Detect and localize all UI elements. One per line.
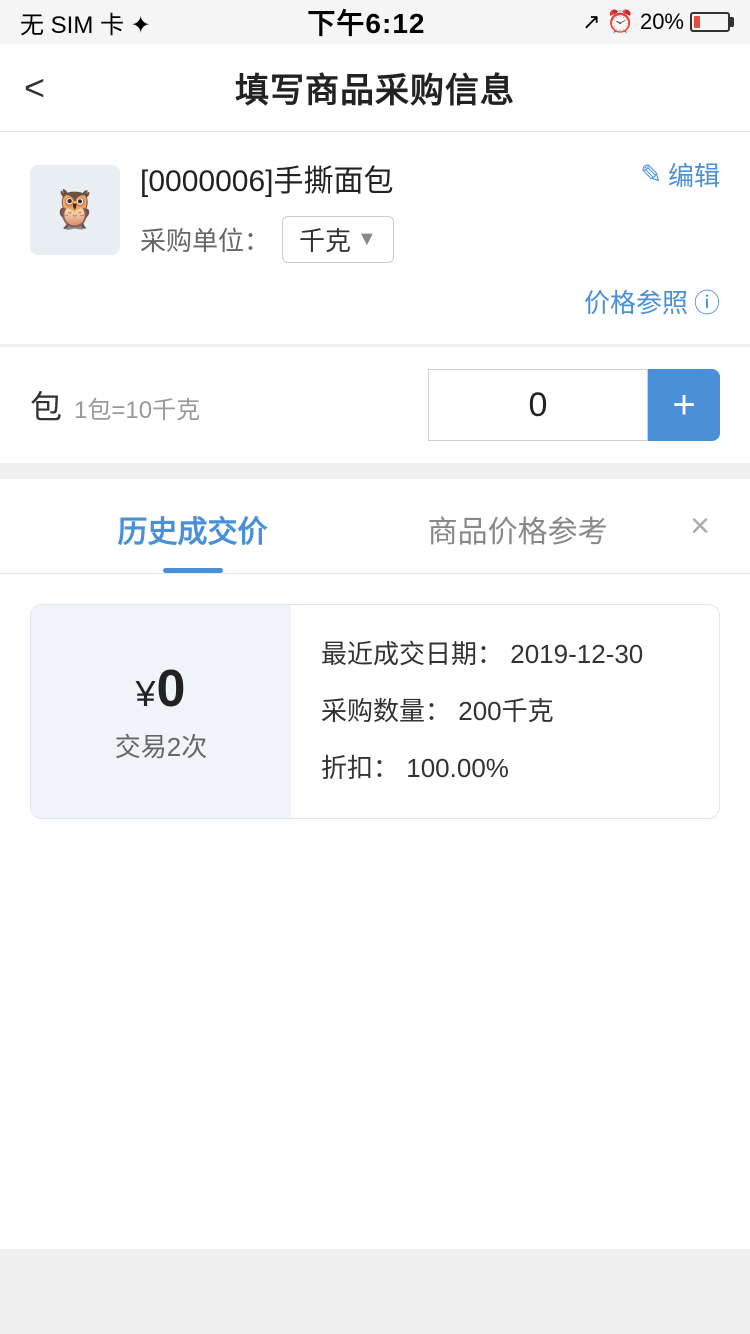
alarm-icon: ⏰: [607, 9, 634, 35]
page-title: 填写商品采购信息: [235, 63, 515, 112]
purchase-quantity-label: 采购数量：: [321, 696, 451, 726]
battery-fill: [694, 16, 700, 28]
status-time: 下午6:12: [307, 2, 425, 42]
unit-row: 采购单位： 千克 ▼: [140, 216, 394, 263]
history-price-display: ¥0: [136, 659, 187, 719]
discount-row: 折扣： 100.00%: [321, 749, 689, 788]
recent-date-row: 最近成交日期： 2019-12-30: [321, 635, 689, 674]
quantity-input[interactable]: [428, 369, 648, 441]
quantity-plus-button[interactable]: +: [648, 369, 720, 441]
history-card: ¥0 交易2次 最近成交日期： 2019-12-30 采购数量： 200千克 折…: [30, 604, 720, 819]
discount-label: 折扣：: [321, 753, 399, 783]
history-trades-count: 交易2次: [115, 727, 207, 764]
nav-bar: < 填写商品采购信息: [0, 44, 750, 132]
tab-history-price-label: 历史成交价: [118, 516, 268, 549]
recent-date-label: 最近成交日期：: [321, 639, 503, 669]
history-price-panel: ¥0 交易2次: [31, 605, 291, 818]
quantity-unit-label: 包: [30, 382, 62, 428]
back-arrow-icon: <: [24, 67, 45, 108]
quantity-conversion-label: 1包=10千克: [74, 390, 200, 425]
close-icon: ×: [690, 507, 710, 545]
product-logo-icon: 🦉: [51, 188, 98, 232]
bottom-content: [0, 849, 750, 1249]
edit-button[interactable]: ✎ 编辑: [640, 156, 720, 193]
purchase-quantity-row: 采购数量： 200千克: [321, 692, 689, 731]
back-button[interactable]: <: [24, 67, 45, 109]
tab-product-price-ref-label: 商品价格参考: [428, 516, 608, 549]
tab-product-price-ref[interactable]: 商品价格参考: [355, 479, 680, 573]
quantity-section: 包 1包=10千克 +: [0, 346, 750, 463]
product-name: [0000006]手撕面包: [140, 156, 394, 200]
unit-value: 千克: [299, 221, 351, 258]
product-card: 🦉 [0000006]手撕面包 采购单位： 千克 ▼ ✎ 编辑 价格参照 ⓘ: [0, 132, 750, 344]
status-right: ↗ ⏰ 20%: [582, 9, 730, 35]
help-icon: ⓘ: [694, 283, 720, 320]
plus-icon: +: [672, 383, 695, 428]
status-bar: 无 SIM 卡 ✦ 下午6:12 ↗ ⏰ 20%: [0, 0, 750, 44]
edit-label: 编辑: [668, 156, 720, 193]
sim-indicator: 无 SIM 卡 ✦: [20, 5, 151, 40]
product-thumbnail: 🦉: [30, 165, 120, 255]
section-divider: [0, 463, 750, 479]
purchase-quantity-value: 200千克: [458, 696, 553, 726]
dropdown-arrow-icon: ▼: [357, 228, 377, 251]
tab-content: ¥0 交易2次 最近成交日期： 2019-12-30 采购数量： 200千克 折…: [0, 574, 750, 849]
tab-close-button[interactable]: ×: [680, 497, 720, 556]
tabs-panel: 历史成交价 商品价格参考 × ¥0 交易2次 最近成交日期： 2019-12-3…: [0, 479, 750, 849]
edit-icon: ✎: [640, 159, 662, 190]
price-ref-row: 价格参照 ⓘ: [30, 283, 720, 320]
status-left: 无 SIM 卡 ✦: [20, 5, 151, 40]
quantity-input-group: +: [428, 369, 720, 441]
price-ref-button[interactable]: 价格参照 ⓘ: [584, 283, 720, 320]
product-details: [0000006]手撕面包 采购单位： 千克 ▼: [140, 156, 394, 263]
price-value: 0: [157, 660, 187, 718]
product-info-row: 🦉 [0000006]手撕面包 采购单位： 千克 ▼: [30, 156, 394, 263]
battery-percentage: 20%: [640, 9, 684, 35]
recent-date-value: 2019-12-30: [510, 639, 643, 669]
price-currency-symbol: ¥: [136, 673, 157, 714]
price-ref-label: 价格参照: [584, 283, 688, 320]
location-icon: ↗: [582, 9, 600, 35]
product-header: 🦉 [0000006]手撕面包 采购单位： 千克 ▼ ✎ 编辑: [30, 156, 720, 263]
discount-value: 100.00%: [406, 753, 509, 783]
tabs-header: 历史成交价 商品价格参考 ×: [0, 479, 750, 574]
unit-select-button[interactable]: 千克 ▼: [282, 216, 394, 263]
history-details-panel: 最近成交日期： 2019-12-30 采购数量： 200千克 折扣： 100.0…: [291, 605, 719, 818]
battery-icon: [690, 12, 730, 32]
tab-history-price[interactable]: 历史成交价: [30, 479, 355, 573]
unit-label: 采购单位：: [140, 221, 270, 258]
quantity-label-group: 包 1包=10千克: [30, 382, 200, 428]
